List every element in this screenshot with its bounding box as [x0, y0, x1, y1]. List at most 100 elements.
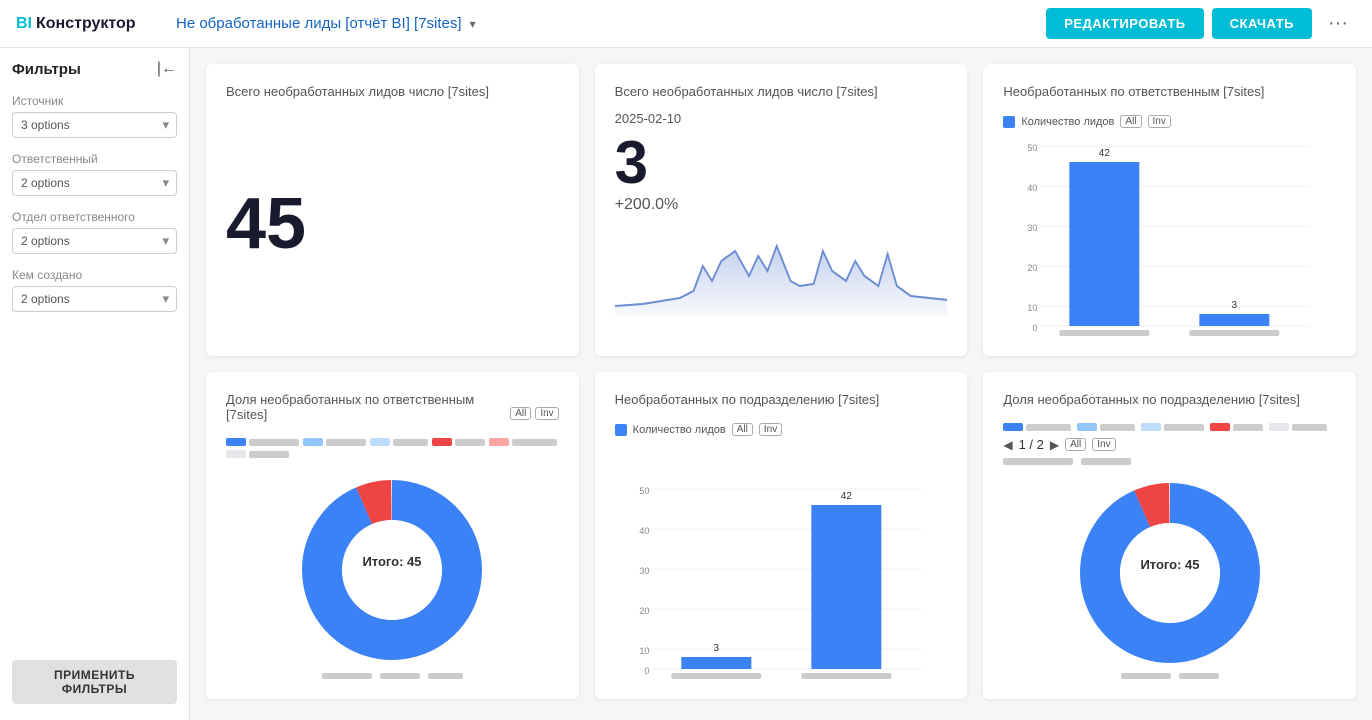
filter-source-select[interactable]: 3 options: [12, 112, 177, 138]
donut-chart-svg-6: Итого: 45: [1070, 473, 1270, 673]
filter-responsible-label: Ответственный: [12, 152, 177, 166]
svg-text:30: 30: [1028, 223, 1038, 233]
card6-inv-button[interactable]: Inv: [1092, 438, 1115, 451]
svg-text:42: 42: [1099, 148, 1111, 159]
card3-top-row: Необработанных по ответственным [7sites]: [1003, 84, 1336, 111]
card-bar-subdivision: Необработанных по подразделению [7sites]…: [595, 372, 968, 699]
filter-created-by-label: Кем создано: [12, 268, 177, 282]
card4-inv-button[interactable]: Inv: [535, 407, 558, 420]
svg-text:50: 50: [639, 486, 649, 496]
legend-item-1: [226, 438, 299, 446]
legend-inv-button-5[interactable]: Inv: [759, 423, 782, 436]
legend-label: Количество лидов: [1021, 116, 1114, 128]
c6-legend-5: [1269, 423, 1327, 431]
svg-text:3: 3: [1232, 300, 1238, 311]
card6-x-labels: [1003, 673, 1336, 679]
sidebar-collapse-button[interactable]: |←: [157, 60, 177, 78]
svg-text:3: 3: [713, 643, 719, 654]
card3-chart-area: 50 40 30 20 10 0 42: [1003, 136, 1336, 336]
legend-item-4: [432, 438, 485, 446]
donut-chart-svg: Итого: 45: [292, 470, 492, 670]
pagination-prev-button[interactable]: ◀: [1003, 438, 1012, 452]
legend-color-dot: [1003, 116, 1015, 128]
filter-source: Источник 3 options: [12, 94, 177, 138]
filter-source-label: Источник: [12, 94, 177, 108]
filter-source-wrap: 3 options: [12, 112, 177, 138]
filters-title: Фильтры: [12, 61, 81, 78]
card6-all-button[interactable]: All: [1065, 438, 1086, 451]
svg-text:10: 10: [639, 646, 649, 656]
card1-value: 45: [226, 188, 559, 260]
card-donut-subdivision: Доля необработанных по подразделению [7s…: [983, 372, 1356, 699]
legend-all-button-5[interactable]: All: [732, 423, 753, 436]
legend-item-3: [370, 438, 428, 446]
bar-5-2[interactable]: [811, 505, 881, 669]
chevron-down-icon[interactable]: ▾: [470, 17, 476, 31]
pagination-next-button[interactable]: ▶: [1050, 438, 1059, 452]
header-actions: РЕДАКТИРОВАТЬ СКАЧАТЬ ···: [1046, 8, 1356, 39]
filter-department-select[interactable]: 2 options: [12, 228, 177, 254]
card3-legend: Количество лидов All Inv: [1003, 115, 1336, 136]
card6-title: Доля необработанных по подразделению [7s…: [1003, 392, 1300, 407]
filter-created-by-select[interactable]: 2 options: [12, 286, 177, 312]
svg-text:20: 20: [1028, 263, 1038, 273]
c6-legend-3: [1141, 423, 1204, 431]
card2-change: +200.0%: [615, 196, 948, 214]
svg-text:Итого: 45: Итого: 45: [363, 554, 422, 569]
c6-legend-2: [1077, 423, 1135, 431]
card4-all-button[interactable]: All: [510, 407, 531, 420]
svg-text:0: 0: [1033, 323, 1038, 333]
legend-label-5: Количество лидов: [633, 424, 726, 436]
logo: BI Конструктор: [16, 15, 176, 33]
legend-row: Количество лидов All Inv: [1003, 115, 1171, 128]
logo-text: Конструктор: [36, 15, 136, 33]
card1-title: Всего необработанных лидов число [7sites…: [226, 84, 559, 99]
card6-legend-row2: [1003, 458, 1336, 465]
card-metric-sparkline: Всего необработанных лидов число [7sites…: [595, 64, 968, 356]
download-button[interactable]: СКАЧАТЬ: [1212, 8, 1312, 39]
legend-inv-button[interactable]: Inv: [1148, 115, 1171, 128]
svg-text:30: 30: [639, 566, 649, 576]
more-options-button[interactable]: ···: [1320, 8, 1356, 39]
card2-date: 2025-02-10: [615, 111, 948, 126]
c6-legend-1: [1003, 423, 1071, 431]
card4-donut-wrap: Итого: 45: [226, 466, 559, 673]
card6-donut-wrap: Итого: 45: [1003, 473, 1336, 673]
bar-1[interactable]: [1070, 162, 1140, 326]
card5-title: Необработанных по подразделению [7sites]: [615, 392, 880, 407]
filter-responsible: Ответственный 2 options: [12, 152, 177, 196]
sidebar: Фильтры |← Источник 3 options Ответствен…: [0, 48, 190, 720]
svg-text:40: 40: [1028, 183, 1038, 193]
pagination-label: 1 / 2: [1019, 437, 1044, 452]
bar-5-1[interactable]: [681, 657, 751, 669]
legend-item-2: [303, 438, 366, 446]
card5-top-row: Необработанных по подразделению [7sites]: [615, 392, 948, 419]
header: BI Конструктор Не обработанные лиды [отч…: [0, 0, 1372, 48]
card4-x-labels: [226, 673, 559, 679]
apply-filters-button[interactable]: ПРИМЕНИТЬ ФИЛЬТРЫ: [12, 660, 177, 704]
card6-top-row: Доля необработанных по подразделению [7s…: [1003, 392, 1336, 419]
svg-text:42: 42: [840, 491, 852, 502]
filter-department-wrap: 2 options: [12, 228, 177, 254]
legend-color-dot-5: [615, 424, 627, 436]
filter-department: Отдел ответственного 2 options: [12, 210, 177, 254]
filter-responsible-wrap: 2 options: [12, 170, 177, 196]
card4-title: Доля необработанных по ответственным [7s…: [226, 392, 510, 422]
legend-all-button[interactable]: All: [1120, 115, 1141, 128]
filter-department-label: Отдел ответственного: [12, 210, 177, 224]
card3-title: Необработанных по ответственным [7sites]: [1003, 84, 1264, 99]
filter-created-by-wrap: 2 options: [12, 286, 177, 312]
filter-created-by: Кем создано 2 options: [12, 268, 177, 312]
legend-item-5: [489, 438, 557, 446]
card2-title: Всего необработанных лидов число [7sites…: [615, 84, 948, 99]
edit-button[interactable]: РЕДАКТИРОВАТЬ: [1046, 8, 1203, 39]
card-donut-responsible: Доля необработанных по ответственным [7s…: [206, 372, 579, 699]
svg-text:10: 10: [1028, 303, 1038, 313]
svg-text:20: 20: [639, 606, 649, 616]
bar-chart-svg-5: 50 40 30 20 10 0 3 4: [615, 479, 948, 679]
bar-2[interactable]: [1200, 314, 1270, 326]
bar-chart-svg: 50 40 30 20 10 0 42: [1003, 136, 1336, 336]
card5-legend: Количество лидов All Inv: [615, 423, 948, 444]
filter-responsible-select[interactable]: 2 options: [12, 170, 177, 196]
svg-text:50: 50: [1028, 143, 1038, 153]
